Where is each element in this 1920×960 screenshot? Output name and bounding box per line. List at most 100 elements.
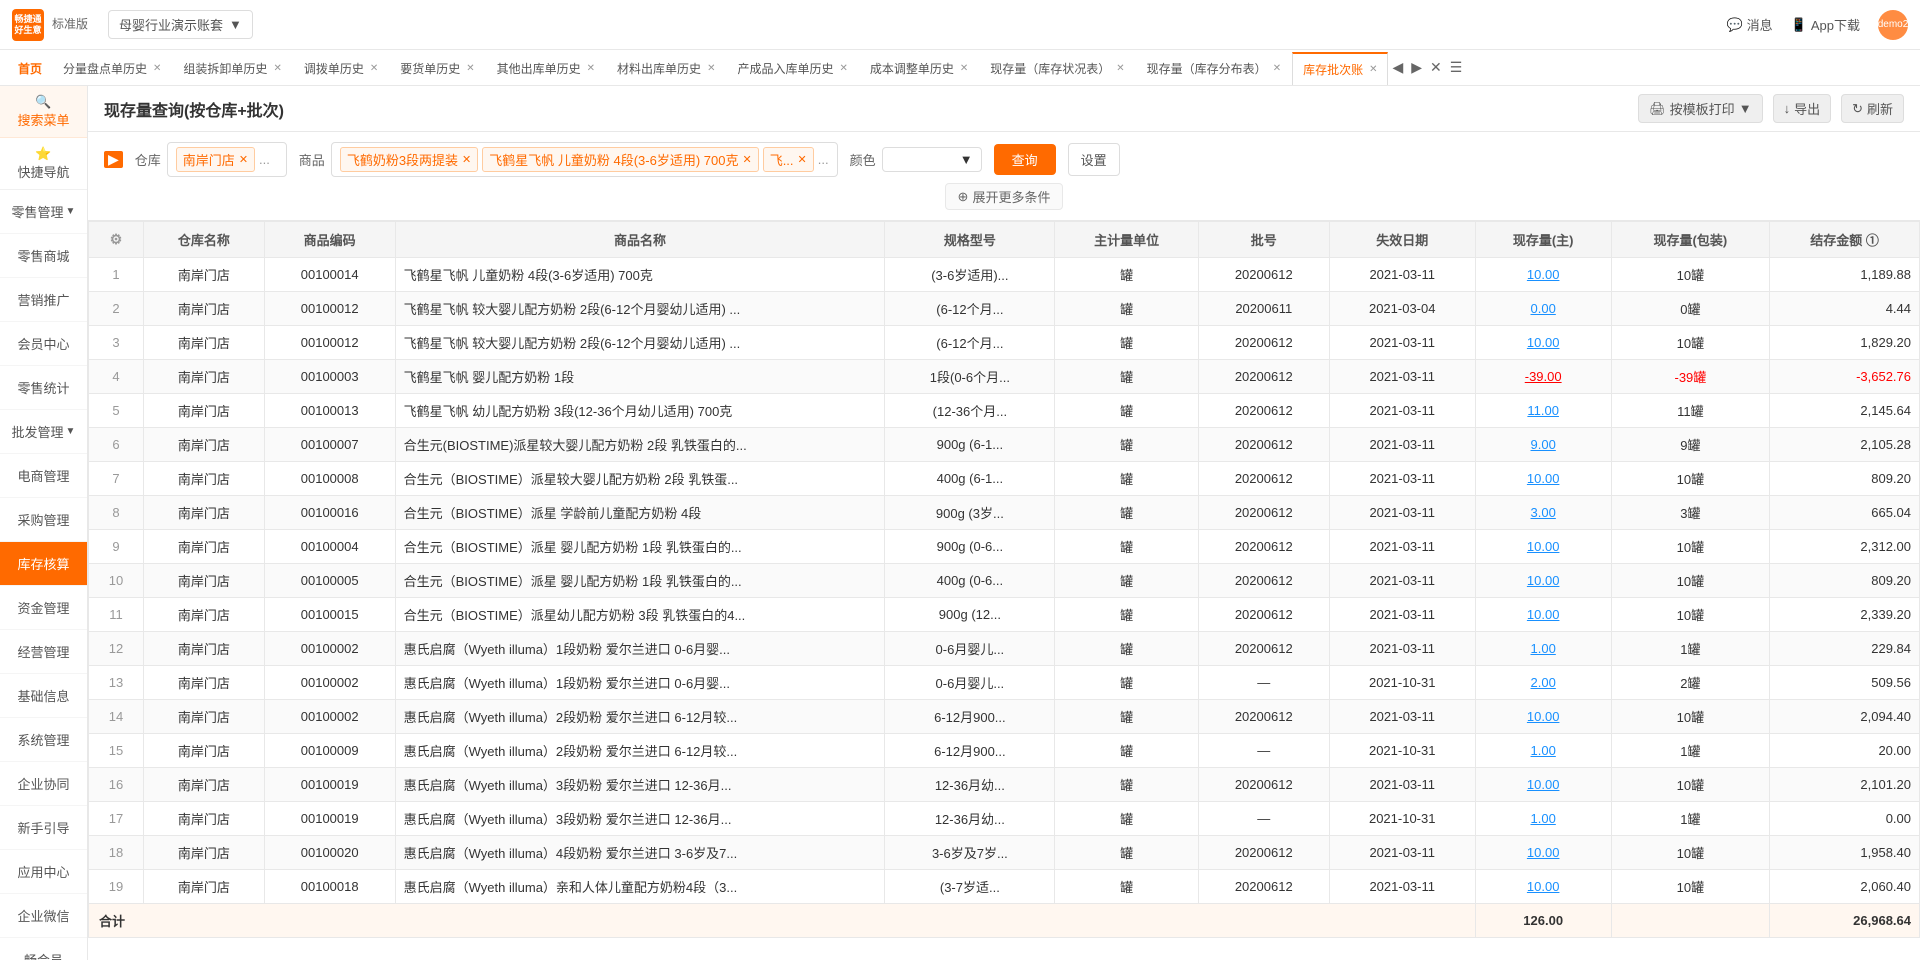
tab-other-out[interactable]: 其他出库单历史 ✕: [486, 52, 606, 86]
qty-main-link[interactable]: 10.00: [1527, 709, 1560, 724]
sidebar-item-finance[interactable]: 资金管理: [0, 586, 87, 630]
sidebar-item-inventory[interactable]: 库存核算: [0, 542, 87, 586]
tab-stock-dist[interactable]: 现存量（库存分布表） ✕: [1136, 52, 1292, 86]
qty-main-link[interactable]: 10.00: [1527, 335, 1560, 350]
sidebar-item-retail-stats[interactable]: 零售统计: [0, 366, 87, 410]
expand-conditions-btn[interactable]: ⊕ 展开更多条件: [945, 183, 1064, 210]
qty-main-link[interactable]: 10.00: [1527, 777, 1560, 792]
tag-close-icon[interactable]: ✕: [239, 153, 248, 166]
sidebar-item-member[interactable]: 会员中心: [0, 322, 87, 366]
tab-close-icon[interactable]: ✕: [153, 63, 161, 74]
tab-batch-voucher[interactable]: 库存批次账 ✕: [1292, 52, 1388, 86]
tab-close-icon[interactable]: ✕: [466, 63, 474, 74]
row-qty-main[interactable]: 2.00: [1475, 666, 1611, 700]
app-download-btn[interactable]: 📱 App下载: [1791, 15, 1860, 34]
qty-main-link[interactable]: 10.00: [1527, 607, 1560, 622]
message-btn[interactable]: 💬 消息: [1726, 15, 1772, 34]
row-qty-main[interactable]: 10.00: [1475, 836, 1611, 870]
sidebar-item-purchase[interactable]: 采购管理: [0, 498, 87, 542]
row-qty-main[interactable]: 10.00: [1475, 326, 1611, 360]
tab-menu-btn[interactable]: ☰: [1446, 59, 1467, 76]
row-qty-main[interactable]: 10.00: [1475, 258, 1611, 292]
filter-expand-arrow[interactable]: ▶: [104, 151, 123, 168]
tab-close-icon[interactable]: ✕: [1116, 63, 1124, 74]
qty-main-link[interactable]: 10.00: [1527, 879, 1560, 894]
sidebar-item-system[interactable]: 系统管理: [0, 718, 87, 762]
tab-prev-btn[interactable]: ◀: [1388, 59, 1407, 76]
gear-icon[interactable]: ⚙: [110, 231, 123, 247]
sidebar-quick-nav[interactable]: ⭐ 快捷导航: [0, 138, 87, 190]
qty-main-link[interactable]: 9.00: [1531, 437, 1556, 452]
row-qty-main[interactable]: 10.00: [1475, 462, 1611, 496]
tab-close-icon[interactable]: ✕: [707, 63, 715, 74]
sidebar-item-wechat[interactable]: 企业微信: [0, 894, 87, 938]
tag-close-icon[interactable]: ✕: [742, 153, 751, 166]
row-qty-main[interactable]: 0.00: [1475, 292, 1611, 326]
sidebar-item-collab[interactable]: 企业协同: [0, 762, 87, 806]
row-qty-main[interactable]: 10.00: [1475, 768, 1611, 802]
qty-main-link[interactable]: 11.00: [1527, 403, 1559, 418]
row-qty-main[interactable]: 1.00: [1475, 632, 1611, 666]
workspace-selector[interactable]: 母婴行业演示账套 ▼: [108, 10, 253, 39]
qty-main-link[interactable]: 10.00: [1527, 845, 1560, 860]
tab-close-icon[interactable]: ✕: [370, 63, 378, 74]
tab-cost-adjust[interactable]: 成本调整单历史 ✕: [859, 52, 979, 86]
sidebar-item-retail-mgmt[interactable]: 零售管理 ▼: [0, 190, 87, 234]
sidebar-item-operations[interactable]: 经营管理: [0, 630, 87, 674]
tab-close-icon[interactable]: ✕: [839, 63, 847, 74]
row-qty-main[interactable]: -39.00: [1475, 360, 1611, 394]
tab-close-icon[interactable]: ✕: [1369, 64, 1377, 75]
row-qty-main[interactable]: 10.00: [1475, 598, 1611, 632]
qty-main-link[interactable]: 2.00: [1531, 675, 1556, 690]
tab-close-icon[interactable]: ✕: [587, 63, 595, 74]
sidebar-item-basics[interactable]: 基础信息: [0, 674, 87, 718]
query-button[interactable]: 查询: [994, 144, 1056, 175]
row-qty-main[interactable]: 9.00: [1475, 428, 1611, 462]
tab-home[interactable]: 首页: [8, 52, 52, 86]
product-filter-input[interactable]: 飞鹤奶粉3段两提装 ✕ 飞鹤星飞帆 儿童奶粉 4段(3-6岁适用) 700克 ✕…: [331, 142, 838, 177]
color-filter-input[interactable]: ▼: [882, 147, 982, 172]
tag-close-icon[interactable]: ✕: [462, 153, 471, 166]
refresh-button[interactable]: ↻ 刷新: [1841, 94, 1904, 123]
qty-main-link[interactable]: 1.00: [1531, 811, 1556, 826]
sidebar-item-appstore[interactable]: 应用中心: [0, 850, 87, 894]
tab-require-history[interactable]: 要货单历史 ✕: [389, 52, 485, 86]
sidebar-item-wholesale[interactable]: 批发管理 ▼: [0, 410, 87, 454]
sidebar-item-member2[interactable]: 畅会员: [0, 938, 87, 960]
sidebar-search[interactable]: 🔍 搜索菜单: [0, 86, 87, 138]
tab-close-all-btn[interactable]: ✕: [1426, 59, 1446, 76]
tab-material-out[interactable]: 材料出库单历史 ✕: [606, 52, 726, 86]
tab-close-icon[interactable]: ✕: [273, 63, 281, 74]
qty-main-link[interactable]: 10.00: [1527, 539, 1560, 554]
sidebar-item-ecommerce[interactable]: 电商管理: [0, 454, 87, 498]
setting-button[interactable]: 设置: [1068, 143, 1120, 176]
qty-main-link[interactable]: 3.00: [1531, 505, 1556, 520]
tab-group-history[interactable]: 组装拆卸单历史 ✕: [172, 52, 292, 86]
qty-main-link[interactable]: 10.00: [1527, 573, 1560, 588]
qty-main-link[interactable]: 10.00: [1527, 267, 1560, 282]
row-qty-main[interactable]: 1.00: [1475, 802, 1611, 836]
row-qty-main[interactable]: 10.00: [1475, 870, 1611, 904]
tab-close-icon[interactable]: ✕: [1273, 63, 1281, 74]
tag-close-icon[interactable]: ✕: [798, 153, 807, 166]
row-qty-main[interactable]: 10.00: [1475, 564, 1611, 598]
qty-main-link[interactable]: 1.00: [1531, 641, 1556, 656]
row-qty-main[interactable]: 10.00: [1475, 530, 1611, 564]
qty-main-link[interactable]: 1.00: [1531, 743, 1556, 758]
print-button[interactable]: 🖨 按模板打印 ▼: [1638, 94, 1762, 123]
tab-stock-status[interactable]: 现存量（库存状况表） ✕: [979, 52, 1135, 86]
row-qty-main[interactable]: 3.00: [1475, 496, 1611, 530]
tab-transfer-history[interactable]: 调拨单历史 ✕: [293, 52, 389, 86]
row-qty-main[interactable]: 11.00: [1475, 394, 1611, 428]
tab-next-btn[interactable]: ▶: [1407, 59, 1426, 76]
export-button[interactable]: ↓ 导出: [1773, 94, 1832, 123]
qty-main-link[interactable]: 0.00: [1531, 301, 1556, 316]
row-qty-main[interactable]: 1.00: [1475, 734, 1611, 768]
sidebar-item-retail-shop[interactable]: 零售商城: [0, 234, 87, 278]
tab-close-icon[interactable]: ✕: [960, 63, 968, 74]
sidebar-item-marketing[interactable]: 营销推广: [0, 278, 87, 322]
tab-split-history[interactable]: 分量盘点单历史 ✕: [52, 52, 172, 86]
qty-main-link[interactable]: -39.00: [1525, 369, 1562, 384]
row-qty-main[interactable]: 10.00: [1475, 700, 1611, 734]
tab-product-in[interactable]: 产成品入库单历史 ✕: [726, 52, 858, 86]
